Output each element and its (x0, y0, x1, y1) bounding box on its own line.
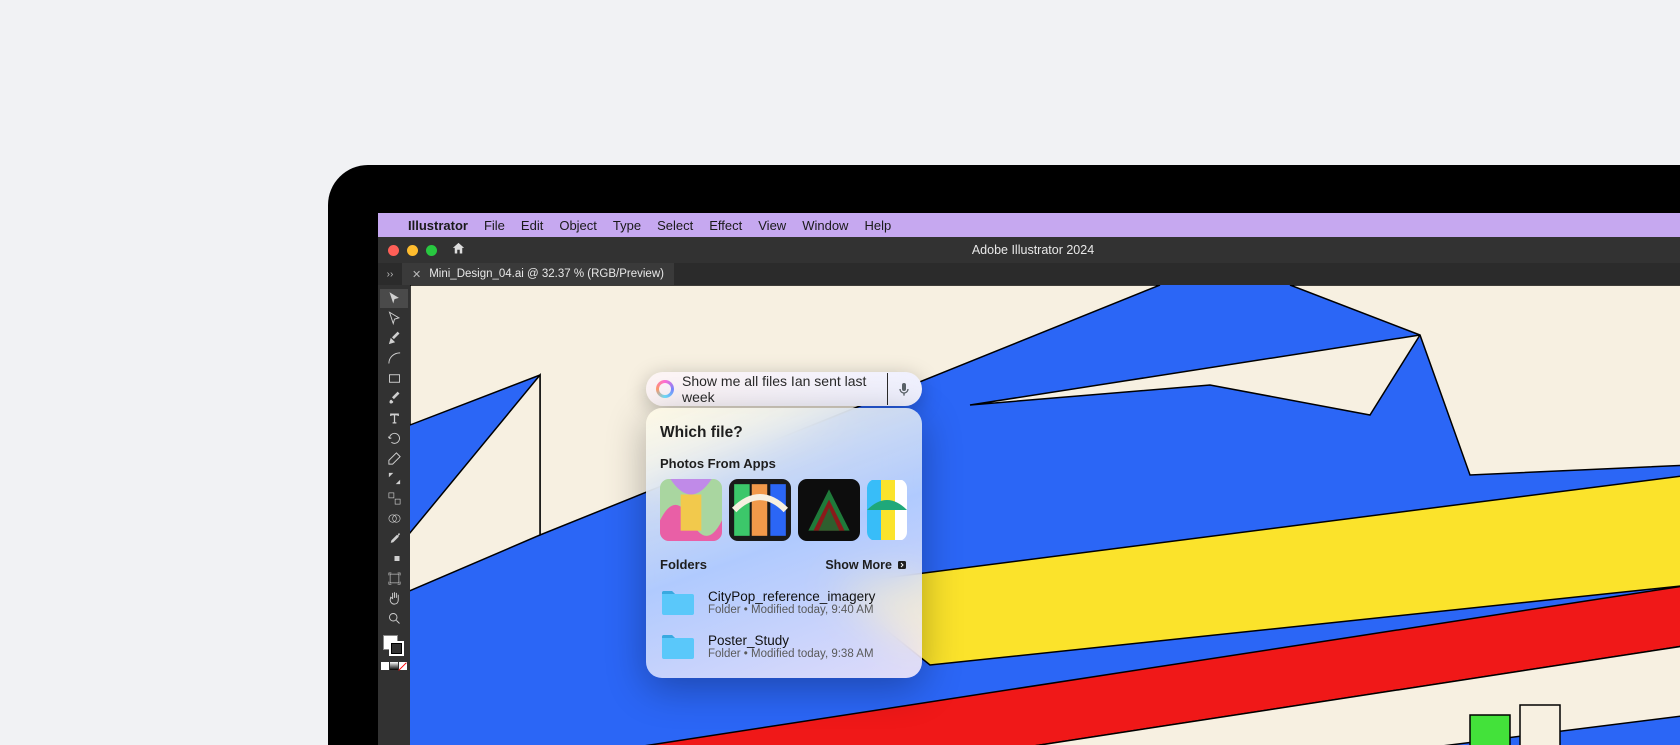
stroke-swatch[interactable] (389, 641, 404, 656)
screen: Illustrator File Edit Object Type Select… (378, 213, 1680, 745)
document-tab[interactable]: ✕ Mini_Design_04.ai @ 32.37 % (RGB/Previ… (402, 263, 674, 285)
menu-select[interactable]: Select (657, 218, 693, 233)
paintbrush-tool[interactable] (380, 389, 408, 408)
photos-section-title: Photos From Apps (660, 456, 908, 471)
color-mode-toggles[interactable] (381, 662, 407, 670)
window-maximize-button[interactable] (426, 245, 437, 256)
folder-icon (660, 631, 696, 661)
app-title: Adobe Illustrator 2024 (972, 243, 1094, 257)
canvas[interactable] (410, 285, 1680, 745)
menu-file[interactable]: File (484, 218, 505, 233)
folders-section-title: Folders (660, 557, 707, 572)
none-mode-icon[interactable] (399, 662, 407, 670)
chevron-right-icon (896, 559, 908, 571)
curvature-tool[interactable] (380, 349, 408, 368)
traffic-lights (388, 245, 437, 256)
show-more-button[interactable]: Show More (825, 558, 908, 572)
menubar-app-name[interactable]: Illustrator (408, 218, 468, 233)
app-titlebar: Adobe Illustrator 2024 (378, 237, 1680, 263)
siri-result-panel: Which file? Photos From Apps Folders Sho… (646, 408, 922, 678)
close-tab-icon[interactable]: ✕ (412, 268, 421, 281)
window-close-button[interactable] (388, 245, 399, 256)
folder-name: CityPop_reference_imagery (708, 589, 908, 604)
document-tab-label: Mini_Design_04.ai @ 32.37 % (RGB/Preview… (429, 268, 664, 280)
macos-menubar: Illustrator File Edit Object Type Select… (378, 213, 1680, 237)
menu-view[interactable]: View (758, 218, 786, 233)
microphone-icon[interactable] (896, 381, 912, 397)
selection-tool[interactable] (380, 289, 408, 308)
workspace (378, 285, 1680, 745)
photo-thumbnail[interactable] (798, 479, 860, 541)
menu-object[interactable]: Object (559, 218, 597, 233)
eraser-tool[interactable] (380, 449, 408, 468)
pen-tool[interactable] (380, 329, 408, 348)
siri-query-text[interactable]: Show me all files Ian sent last week (682, 373, 888, 405)
menu-edit[interactable]: Edit (521, 218, 543, 233)
shape-builder-tool[interactable] (380, 509, 408, 528)
menu-type[interactable]: Type (613, 218, 641, 233)
folder-meta: Folder • Modified today, 9:38 AM (708, 648, 908, 660)
photo-thumbnails (660, 479, 908, 541)
zoom-tool[interactable] (380, 609, 408, 628)
folder-meta: Folder • Modified today, 9:40 AM (708, 604, 908, 616)
folder-item[interactable]: CityPop_reference_imagery Folder • Modif… (660, 580, 908, 624)
rectangle-tool[interactable] (380, 369, 408, 388)
siri-search-bar[interactable]: Show me all files Ian sent last week (646, 372, 922, 406)
photo-thumbnail[interactable] (660, 479, 722, 541)
show-more-label: Show More (825, 558, 892, 572)
menu-window[interactable]: Window (802, 218, 848, 233)
siri-icon (656, 380, 674, 398)
toolbar (378, 285, 410, 745)
home-icon[interactable] (451, 241, 466, 259)
rotate-tool[interactable] (380, 429, 408, 448)
width-tool[interactable] (380, 489, 408, 508)
scale-tool[interactable] (380, 469, 408, 488)
type-tool[interactable] (380, 409, 408, 428)
eyedropper-tool[interactable] (380, 529, 408, 548)
artboard-tool[interactable] (380, 569, 408, 588)
folder-name: Poster_Study (708, 633, 908, 648)
photo-thumbnail[interactable] (729, 479, 791, 541)
color-mode-icon[interactable] (381, 662, 389, 670)
monitor-bezel: Illustrator File Edit Object Type Select… (328, 165, 1680, 745)
hand-tool[interactable] (380, 589, 408, 608)
gradient-tool[interactable] (380, 549, 408, 568)
photo-thumbnail[interactable] (867, 479, 907, 541)
window-minimize-button[interactable] (407, 245, 418, 256)
expand-panels-icon[interactable]: ›› (378, 269, 402, 280)
gradient-mode-icon[interactable] (390, 662, 398, 670)
siri-heading: Which file? (660, 424, 908, 442)
folder-icon (660, 587, 696, 617)
menu-help[interactable]: Help (864, 218, 891, 233)
menu-effect[interactable]: Effect (709, 218, 742, 233)
direct-selection-tool[interactable] (380, 309, 408, 328)
document-tab-row: ›› ✕ Mini_Design_04.ai @ 32.37 % (RGB/Pr… (378, 263, 1680, 285)
folder-item[interactable]: Poster_Study Folder • Modified today, 9:… (660, 624, 908, 668)
fill-stroke-swatches[interactable] (383, 635, 405, 657)
